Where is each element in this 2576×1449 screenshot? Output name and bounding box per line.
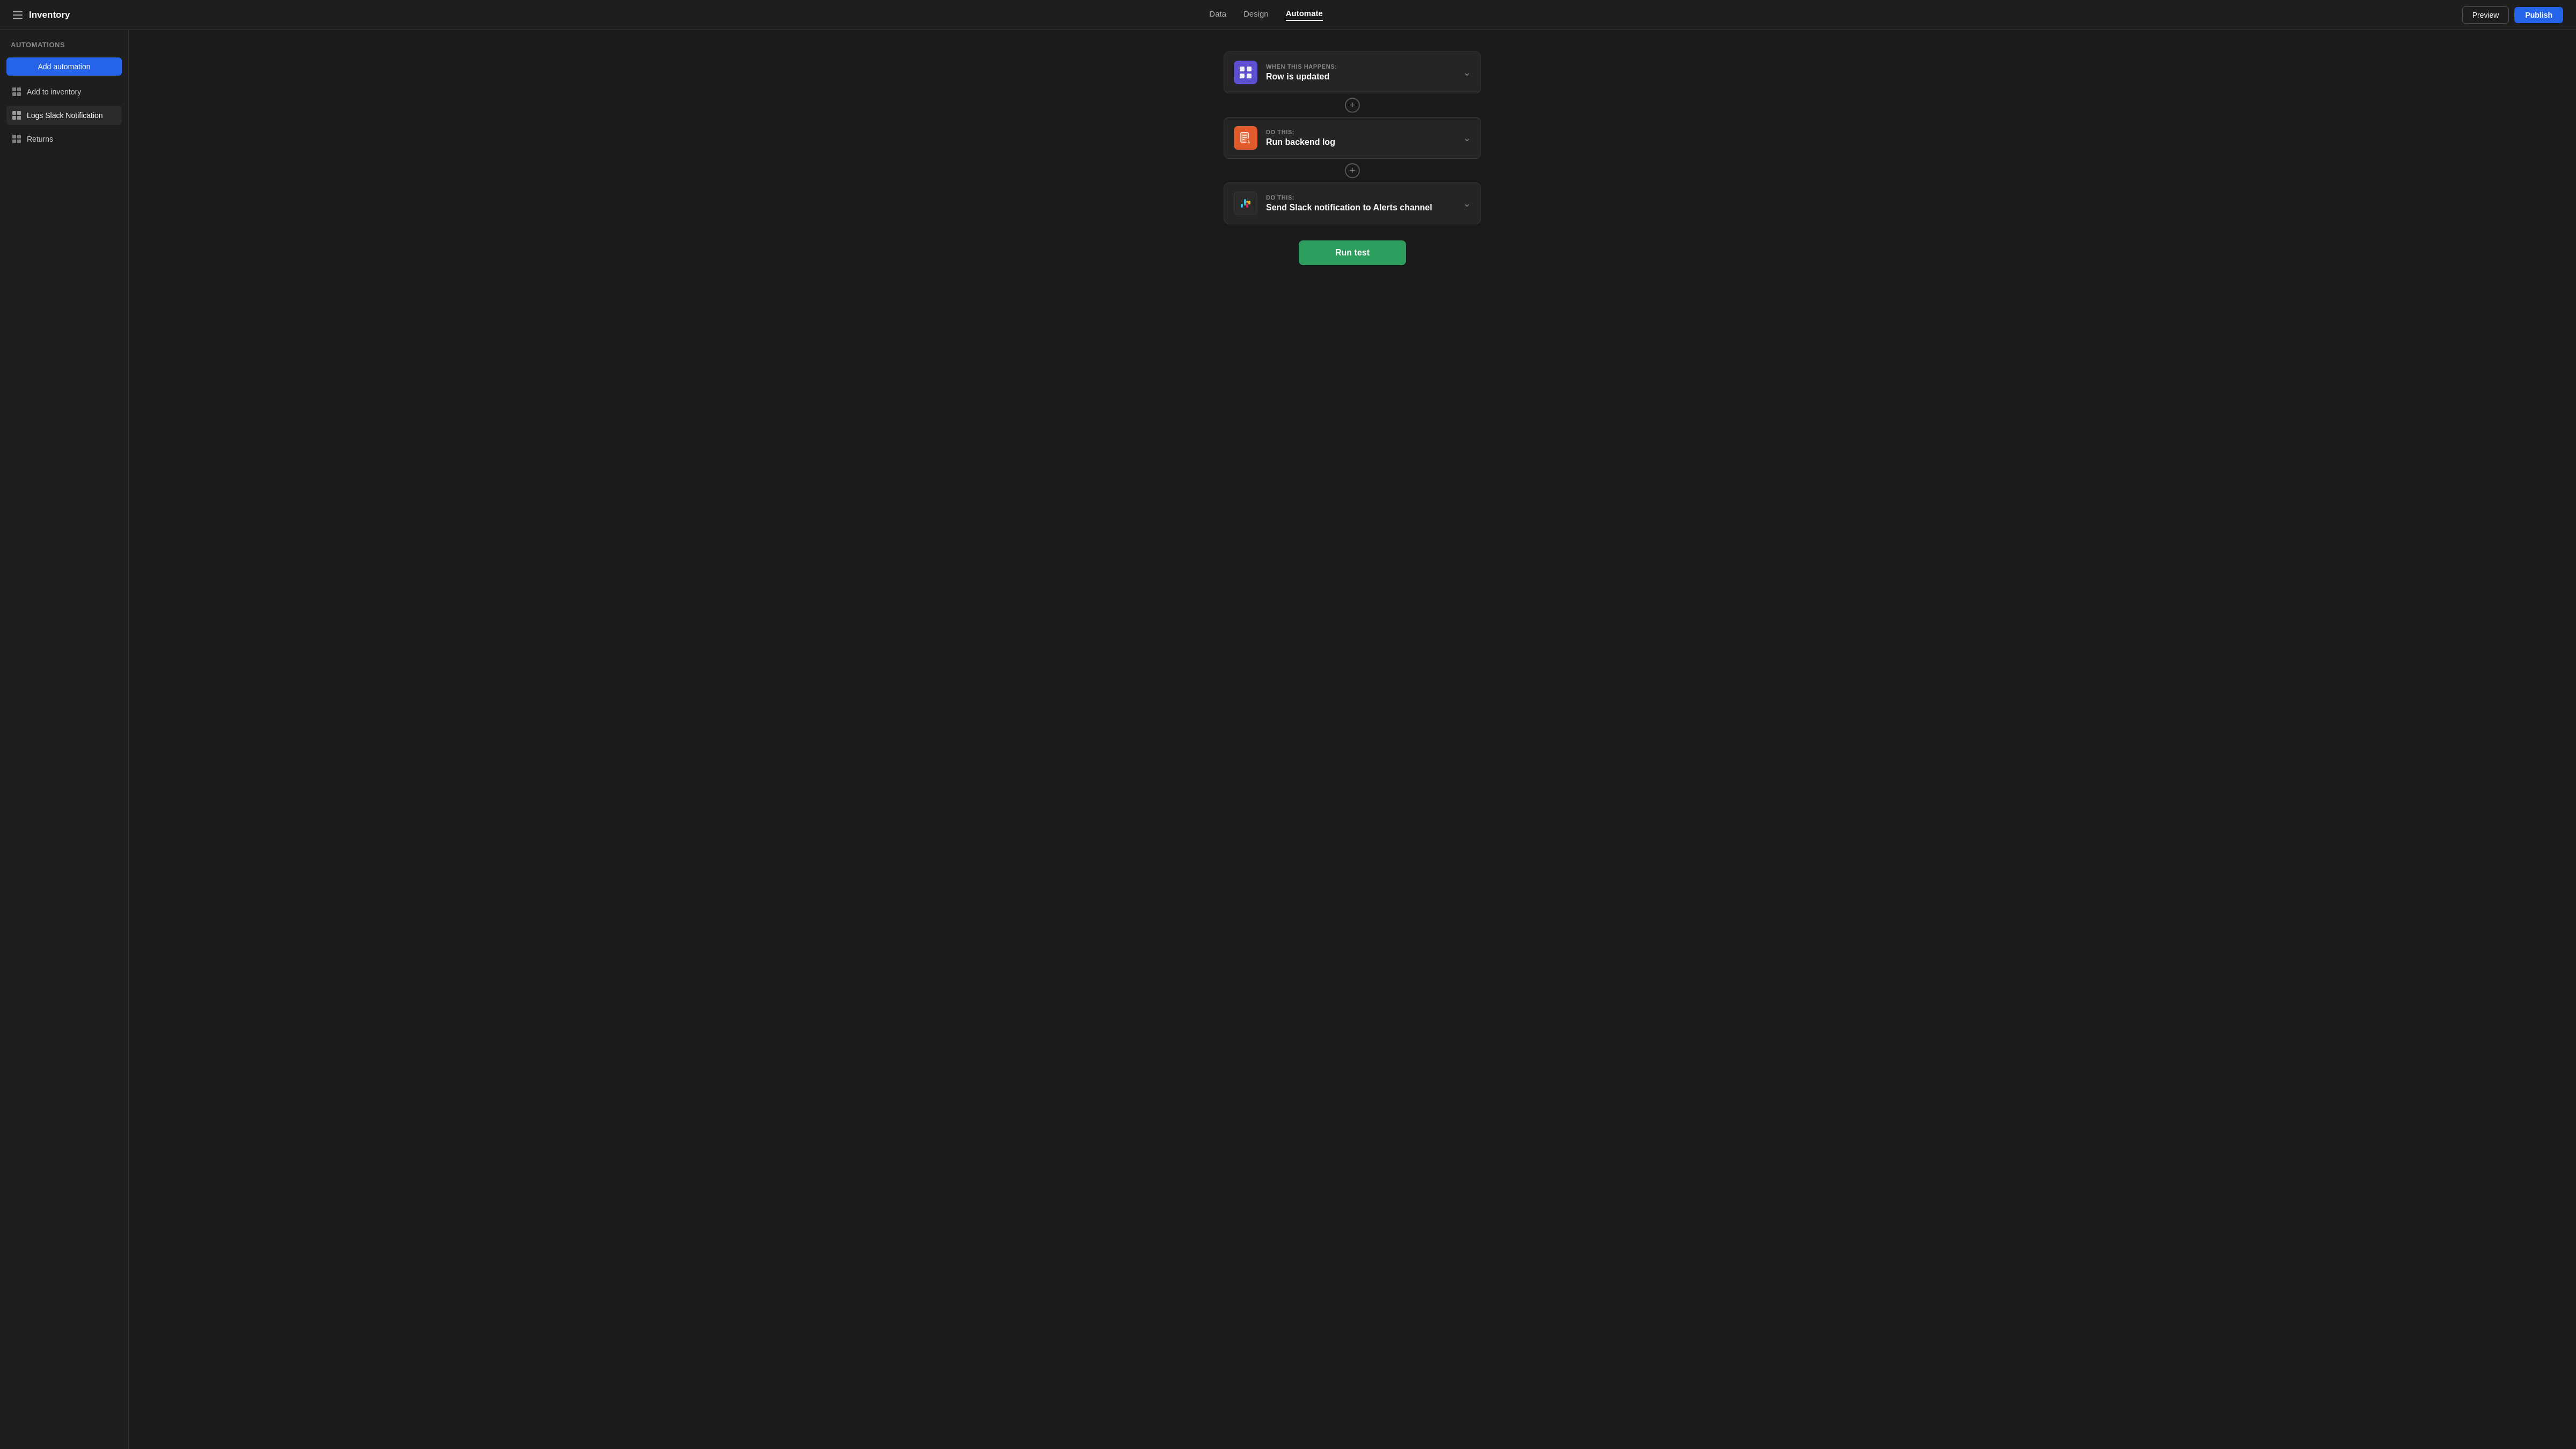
add-to-inventory-icon (12, 87, 21, 97)
action2-title: Send Slack notification to Alerts channe… (1266, 203, 1454, 213)
svg-rect-11 (17, 140, 21, 143)
tab-data[interactable]: Data (1209, 9, 1226, 20)
layout: Automations Add automation Add to invent… (0, 30, 2576, 1449)
plus-circle-2: + (1345, 163, 1360, 178)
svg-rect-15 (1247, 74, 1252, 78)
sidebar-item-logs-slack-label: Logs Slack Notification (27, 111, 103, 120)
sidebar-item-returns[interactable]: Returns (6, 129, 122, 149)
svg-rect-4 (12, 111, 16, 115)
action2-label: DO THIS: (1266, 194, 1454, 201)
plus-circle-1: + (1345, 98, 1360, 113)
tab-automate[interactable]: Automate (1286, 9, 1323, 21)
svg-rect-24 (1241, 204, 1243, 206)
action1-card[interactable]: λ DO THIS: Run backend log ⌄ (1224, 117, 1481, 159)
trigger-card[interactable]: WHEN THIS HAPPENS: Row is updated ⌄ (1224, 52, 1481, 93)
sidebar-item-add-to-inventory-label: Add to inventory (27, 87, 81, 96)
automation-flow: WHEN THIS HAPPENS: Row is updated ⌄ + (1224, 52, 1481, 265)
trigger-icon (1234, 61, 1257, 84)
svg-rect-12 (1240, 67, 1245, 71)
trigger-content: WHEN THIS HAPPENS: Row is updated (1266, 63, 1454, 82)
header-right: Preview Publish (2462, 6, 2563, 24)
grid-icon (1239, 65, 1253, 79)
trigger-label: WHEN THIS HAPPENS: (1266, 63, 1454, 70)
publish-button[interactable]: Publish (2514, 7, 2563, 23)
menu-icon[interactable] (13, 11, 23, 19)
svg-rect-2 (12, 92, 16, 96)
header-left: Inventory (13, 10, 70, 20)
svg-rect-30 (1246, 203, 1248, 206)
svg-rect-14 (1240, 74, 1245, 78)
sidebar: Automations Add automation Add to invent… (0, 30, 129, 1449)
svg-rect-13 (1247, 67, 1252, 71)
action2-card[interactable]: DO THIS: Send Slack notification to Aler… (1224, 182, 1481, 224)
svg-rect-6 (12, 116, 16, 120)
svg-rect-10 (12, 140, 16, 143)
svg-text:λ: λ (1248, 140, 1250, 144)
svg-rect-27 (1248, 201, 1250, 204)
add-automation-button[interactable]: Add automation (6, 57, 122, 76)
trigger-title: Row is updated (1266, 72, 1454, 82)
sidebar-item-add-to-inventory[interactable]: Add to inventory (6, 82, 122, 101)
app-title: Inventory (29, 10, 70, 20)
action1-chevron-icon: ⌄ (1463, 132, 1471, 144)
action1-label: DO THIS: (1266, 129, 1454, 135)
log-icon: λ (1239, 131, 1253, 145)
svg-rect-9 (17, 135, 21, 138)
header: Inventory Data Design Automate Preview P… (0, 0, 2576, 30)
sidebar-item-returns-label: Returns (27, 135, 53, 143)
action2-icon (1234, 192, 1257, 215)
logs-slack-icon (12, 111, 21, 120)
tab-design[interactable]: Design (1243, 9, 1269, 20)
action2-chevron-icon: ⌄ (1463, 197, 1471, 209)
svg-rect-5 (17, 111, 21, 115)
action1-title: Run backend log (1266, 137, 1454, 147)
svg-rect-26 (1244, 203, 1246, 206)
svg-rect-1 (17, 87, 21, 91)
main-content: WHEN THIS HAPPENS: Row is updated ⌄ + (129, 30, 2576, 1449)
trigger-chevron-icon: ⌄ (1463, 67, 1471, 78)
svg-rect-0 (12, 87, 16, 91)
add-step-1-button[interactable]: + (1344, 97, 1361, 114)
action2-content: DO THIS: Send Slack notification to Aler… (1266, 194, 1454, 213)
run-test-button[interactable]: Run test (1299, 240, 1406, 265)
returns-icon (12, 134, 21, 144)
svg-rect-3 (17, 92, 21, 96)
sidebar-item-logs-slack[interactable]: Logs Slack Notification (6, 106, 122, 125)
add-step-2-button[interactable]: + (1344, 162, 1361, 179)
action1-content: DO THIS: Run backend log (1266, 129, 1454, 147)
header-nav: Data Design Automate (1209, 9, 1323, 21)
action1-icon: λ (1234, 126, 1257, 150)
svg-rect-8 (12, 135, 16, 138)
preview-button[interactable]: Preview (2462, 6, 2509, 24)
svg-rect-28 (1246, 201, 1248, 203)
sidebar-section-title: Automations (6, 41, 122, 49)
svg-rect-7 (17, 116, 21, 120)
slack-icon (1239, 196, 1253, 210)
